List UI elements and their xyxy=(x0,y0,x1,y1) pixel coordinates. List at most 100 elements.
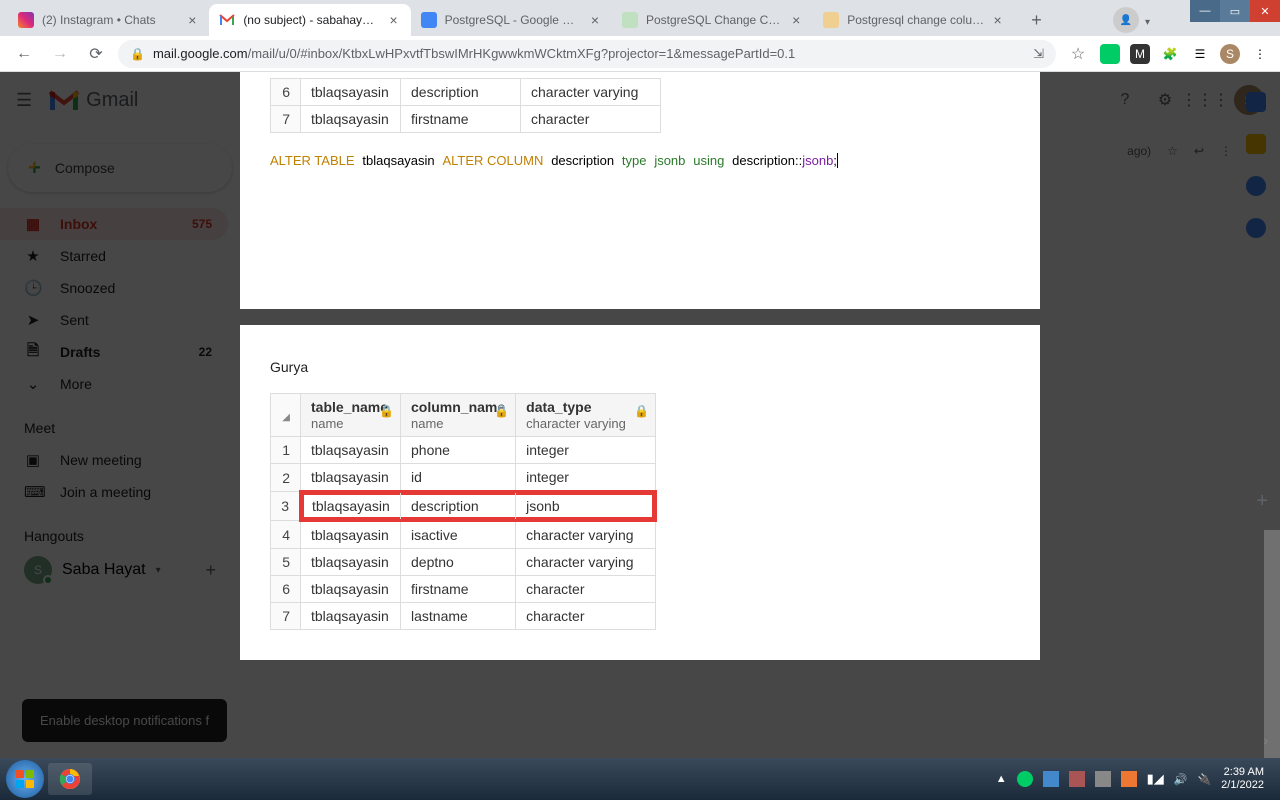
row-number: 2 xyxy=(271,464,301,492)
cell-column-name: firstname xyxy=(401,576,516,603)
tab-title: (2) Instagram • Chats xyxy=(42,13,179,27)
tab-title: PostgreSQL Change Colum xyxy=(646,13,783,27)
tab-instagram[interactable]: (2) Instagram • Chats × xyxy=(8,4,209,36)
tab-title: (no subject) - sabahayatkha xyxy=(243,13,380,27)
chevron-down-icon[interactable]: ▾ xyxy=(1145,17,1150,28)
sql-statement: ALTER TABLE tblaqsayasin ALTER COLUMN de… xyxy=(270,153,1010,169)
row-number: 3 xyxy=(271,492,301,521)
extensions-puzzle-icon[interactable]: 🧩 xyxy=(1160,44,1180,64)
cell-column-name: lastname xyxy=(401,603,516,630)
lock-icon: 🔒 xyxy=(634,404,649,418)
scrollbar[interactable] xyxy=(1264,530,1280,758)
table-row: 6tblaqsayasindescriptioncharacter varyin… xyxy=(271,79,661,106)
cell-column-name: deptno xyxy=(401,549,516,576)
tab-close-icon[interactable]: × xyxy=(387,13,401,27)
reading-list-icon[interactable]: ☰ xyxy=(1190,44,1210,64)
tray-icon[interactable] xyxy=(1121,771,1137,787)
cell-data-type: character xyxy=(516,603,656,630)
url-field[interactable]: 🔒 mail.google.com/mail/u/0/#inbox/KtbxLw… xyxy=(118,40,1056,68)
chrome-icon xyxy=(59,768,81,790)
cell-data-type: integer xyxy=(516,437,656,464)
col-header-data-type[interactable]: data_typecharacter varying🔒 xyxy=(516,394,656,437)
browser-tab-strip: (2) Instagram • Chats × (no subject) - s… xyxy=(0,0,1280,36)
tray-icon[interactable] xyxy=(1069,771,1085,787)
cell-data-type: character varying xyxy=(521,79,661,106)
tab-close-icon[interactable]: × xyxy=(789,13,803,27)
bookmark-star-icon[interactable]: ☆ xyxy=(1064,40,1092,68)
tray-icon[interactable] xyxy=(1017,771,1033,787)
cell-table-name: tblaqsayasin xyxy=(301,603,401,630)
tab-pg-column[interactable]: Postgresql change column × xyxy=(813,4,1014,36)
table-row: 2tblaqsayasinidinteger xyxy=(271,464,656,492)
cell-table-name: tblaqsayasin xyxy=(301,576,401,603)
cell-table-name: tblaqsayasin xyxy=(301,106,401,133)
install-app-icon[interactable]: ⇲ xyxy=(1033,46,1044,62)
tab-gdocs[interactable]: PostgreSQL - Google Docs × xyxy=(411,4,612,36)
tray-icon[interactable]: ▲ xyxy=(996,773,1007,785)
attachment-preview: 6tblaqsayasindescriptioncharacter varyin… xyxy=(240,72,1040,758)
chrome-menu-icon[interactable]: ⋮ xyxy=(1250,44,1270,64)
cell-table-name: tblaqsayasin xyxy=(301,521,401,549)
extension-icon[interactable] xyxy=(1100,44,1120,64)
favicon-icon xyxy=(823,12,839,28)
extension-icon[interactable]: M xyxy=(1130,44,1150,64)
clock-time: 2:39 AM xyxy=(1221,766,1264,779)
cell-table-name: tblaqsayasin xyxy=(301,437,401,464)
preview-panel-1: 6tblaqsayasindescriptioncharacter varyin… xyxy=(240,72,1040,309)
url-text: mail.google.com/mail/u/0/#inbox/KtbxLwHP… xyxy=(153,46,795,61)
start-button[interactable] xyxy=(6,760,44,798)
window-minimize[interactable]: — xyxy=(1190,0,1220,22)
row-number: 7 xyxy=(271,603,301,630)
tray-icon[interactable] xyxy=(1095,771,1111,787)
taskbar-app-chrome[interactable] xyxy=(48,763,92,795)
window-close[interactable]: ✕ xyxy=(1250,0,1280,22)
tab-close-icon[interactable]: × xyxy=(588,13,602,27)
cell-data-type: jsonb xyxy=(516,492,656,521)
extensions-area: M 🧩 ☰ S ⋮ xyxy=(1100,44,1270,64)
col-header-table-name[interactable]: table_namename🔒 xyxy=(301,394,401,437)
tray-icon[interactable] xyxy=(1043,771,1059,787)
new-tab-button[interactable]: + xyxy=(1023,6,1051,34)
battery-icon[interactable]: 🔌 xyxy=(1197,773,1211,786)
gmail-icon xyxy=(219,12,235,28)
window-maximize[interactable]: ▭ xyxy=(1220,0,1250,22)
reload-button[interactable]: ⟳ xyxy=(82,40,110,68)
profile-avatar[interactable]: 👤 xyxy=(1113,7,1139,33)
cell-table-name: tblaqsayasin xyxy=(301,492,401,521)
row-number: 6 xyxy=(271,576,301,603)
cell-data-type: character xyxy=(516,576,656,603)
cell-column-name: description xyxy=(401,79,521,106)
taskbar-clock[interactable]: 2:39 AM 2/1/2022 xyxy=(1221,766,1264,792)
cell-data-type: character varying xyxy=(516,521,656,549)
cell-table-name: tblaqsayasin xyxy=(301,549,401,576)
add-addon-icon[interactable]: + xyxy=(1256,490,1268,513)
col-header-column-name[interactable]: column_namename🔒 xyxy=(401,394,516,437)
cell-column-name: description xyxy=(401,492,516,521)
network-icon[interactable]: ▮◢ xyxy=(1147,771,1164,787)
cell-data-type: character xyxy=(521,106,661,133)
cell-table-name: tblaqsayasin xyxy=(301,464,401,492)
cell-column-name: isactive xyxy=(401,521,516,549)
table-row: 4tblaqsayasinisactivecharacter varying xyxy=(271,521,656,549)
volume-icon[interactable]: 🔊 xyxy=(1174,773,1188,786)
address-bar: ← → ⟳ 🔒 mail.google.com/mail/u/0/#inbox/… xyxy=(0,36,1280,72)
clock-date: 2/1/2022 xyxy=(1221,779,1264,792)
table-row: 3tblaqsayasindescriptionjsonb xyxy=(271,492,656,521)
row-number: 4 xyxy=(271,521,301,549)
row-number: 6 xyxy=(271,79,301,106)
gdocs-icon xyxy=(421,12,437,28)
table-row: 7tblaqsayasinlastnamecharacter xyxy=(271,603,656,630)
tab-pg-change[interactable]: PostgreSQL Change Colum × xyxy=(612,4,813,36)
back-button[interactable]: ← xyxy=(10,40,38,68)
windows-logo-icon xyxy=(15,769,35,789)
account-avatar[interactable]: S xyxy=(1220,44,1240,64)
tab-close-icon[interactable]: × xyxy=(991,13,1005,27)
instagram-icon xyxy=(18,12,34,28)
tab-close-icon[interactable]: × xyxy=(185,13,199,27)
tab-gmail[interactable]: (no subject) - sabahayatkha × xyxy=(209,4,410,36)
columns-table: ◢ table_namename🔒 column_namename🔒 data_… xyxy=(270,393,657,630)
cell-column-name: firstname xyxy=(401,106,521,133)
table-row: 6tblaqsayasinfirstnamecharacter xyxy=(271,576,656,603)
system-tray: ▲ ▮◢ 🔊 🔌 2:39 AM 2/1/2022 xyxy=(996,766,1274,792)
cell-table-name: tblaqsayasin xyxy=(301,79,401,106)
